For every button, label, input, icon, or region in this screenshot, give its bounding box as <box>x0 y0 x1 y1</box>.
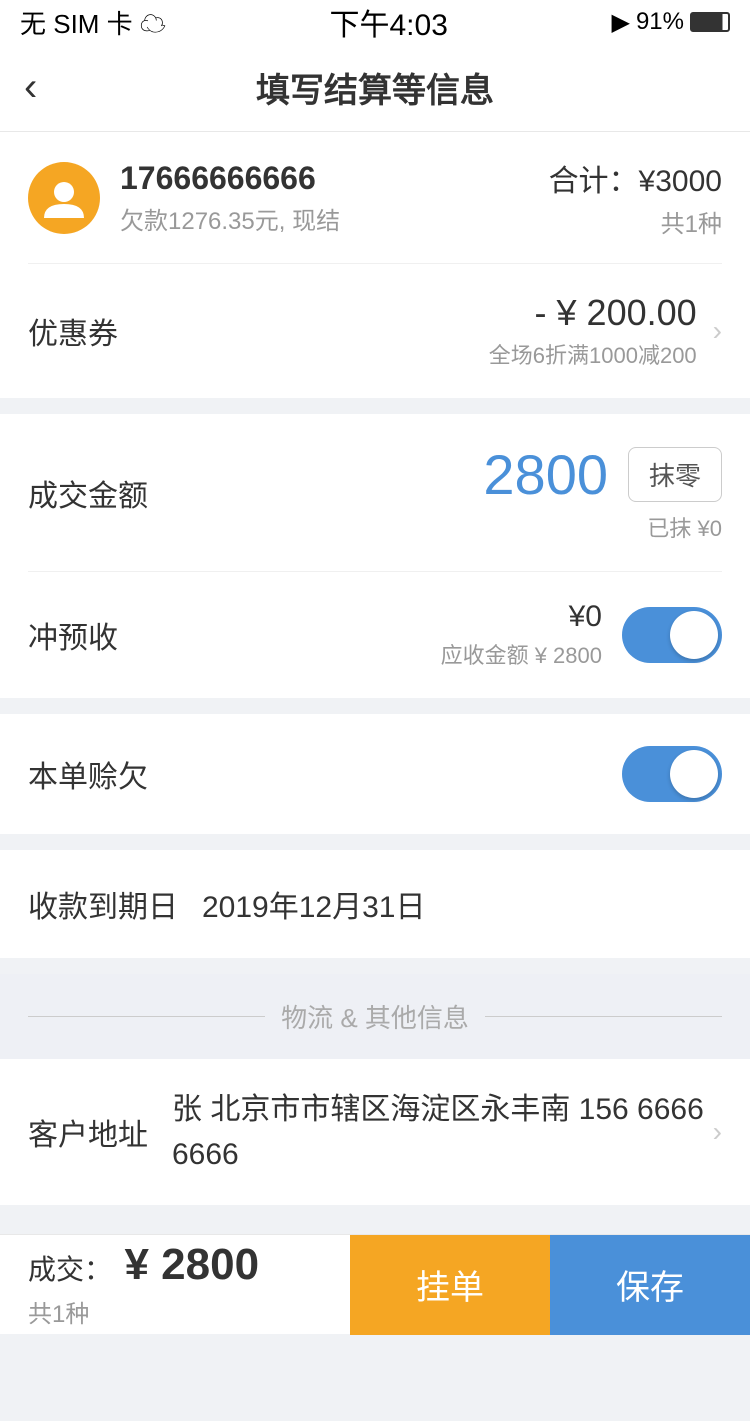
logistics-line-right <box>485 1016 722 1017</box>
due-date-value: 2019年12月31日 <box>202 882 425 926</box>
prepay-toggle[interactable] <box>622 607 722 663</box>
prepay-right: ¥0 应收金额 ¥ 2800 <box>441 600 722 670</box>
credit-toggle[interactable] <box>622 746 722 802</box>
receivable-label: 应收金额 ¥ 2800 <box>441 638 602 670</box>
credit-label: 本单赊欠 <box>28 752 148 796</box>
status-right: ▶ 91% <box>611 8 730 37</box>
address-row[interactable]: 客户地址 张 北京市市辖区海淀区永丰南 156 6666 6666 › <box>28 1059 722 1205</box>
customer-sub: 欠款1276.35元, 现结 <box>120 201 340 236</box>
deal-label: 成交金额 <box>28 471 148 515</box>
deal-right: 2800 抹零 <box>483 442 722 507</box>
address-label: 客户地址 <box>28 1110 148 1154</box>
customer-phone: 17666666666 <box>120 160 340 197</box>
customer-section: 17666666666 欠款1276.35元, 现结 合计：¥3000 共1种 … <box>0 132 750 398</box>
battery-percent: 91% <box>636 8 684 36</box>
credit-section: 本单赊欠 <box>0 714 750 834</box>
credit-toggle-knob <box>670 750 718 798</box>
logistics-label: 物流 & 其他信息 <box>281 998 469 1035</box>
status-bar: 无 SIM 卡 ☁ 下午4:03 ▶ 91% <box>0 0 750 44</box>
prepay-amount: ¥0 <box>441 600 602 634</box>
avatar <box>28 162 100 234</box>
page-title: 填写结算等信息 <box>256 63 494 112</box>
coupon-row[interactable]: 优惠券 - ¥ 200.00 全场6折满1000减200 › <box>0 264 750 398</box>
footer-deal-label: 成交： <box>28 1254 112 1285</box>
save-button[interactable]: 保存 <box>550 1235 750 1335</box>
round-zero-button[interactable]: 抹零 <box>628 447 722 502</box>
customer-row: 17666666666 欠款1276.35元, 现结 合计：¥3000 共1种 <box>0 132 750 263</box>
page-header: ‹ 填写结算等信息 <box>0 44 750 132</box>
footer: 成交： ¥ 2800 共1种 挂单 保存 <box>0 1234 750 1334</box>
already-rounded: 已抹 ¥0 <box>647 511 722 543</box>
no-sim-text: 无 SIM 卡 ☁ <box>20 4 166 41</box>
due-date-row: 收款到期日 2019年12月31日 <box>28 850 722 958</box>
footer-deal-row: 成交： ¥ 2800 <box>28 1240 322 1290</box>
total-amount: 合计：¥3000 <box>549 156 722 200</box>
coupon-desc: 全场6折满1000减200 <box>489 338 697 370</box>
customer-left: 17666666666 欠款1276.35元, 现结 <box>28 160 340 236</box>
toggle-knob <box>670 611 718 659</box>
footer-amount: ¥ 2800 <box>124 1240 259 1289</box>
credit-row: 本单赊欠 <box>28 714 722 834</box>
deal-amount-row: 成交金额 2800 抹零 已抹 ¥0 <box>28 414 722 572</box>
amount-section: 成交金额 2800 抹零 已抹 ¥0 冲预收 ¥0 应收金额 ¥ 2800 <box>0 414 750 698</box>
battery-bar <box>690 12 730 32</box>
customer-info: 17666666666 欠款1276.35元, 现结 <box>120 160 340 236</box>
prepay-label: 冲预收 <box>28 613 118 657</box>
due-date-label: 收款到期日 <box>28 882 178 926</box>
hold-button[interactable]: 挂单 <box>350 1235 550 1335</box>
logistics-line-left <box>28 1016 265 1017</box>
customer-right: 合计：¥3000 共1种 <box>549 156 722 239</box>
address-value: 张 北京市市辖区海淀区永丰南 156 6666 6666 <box>172 1087 705 1177</box>
address-section: 客户地址 张 北京市市辖区海淀区永丰南 156 6666 6666 › <box>0 1059 750 1205</box>
prepay-row: 冲预收 ¥0 应收金额 ¥ 2800 <box>28 572 722 698</box>
coupon-label: 优惠券 <box>28 309 118 353</box>
footer-summary: 成交： ¥ 2800 共1种 <box>0 1240 350 1329</box>
address-arrow-icon: › <box>713 1116 722 1148</box>
prepay-amount-col: ¥0 应收金额 ¥ 2800 <box>441 600 602 670</box>
coupon-amount: - ¥ 200.00 <box>489 292 697 334</box>
total-count: 共1种 <box>549 204 722 239</box>
deal-amount-value: 2800 <box>483 442 608 507</box>
footer-count: 共1种 <box>28 1294 322 1329</box>
back-button[interactable]: ‹ <box>24 65 37 110</box>
due-date-section: 收款到期日 2019年12月31日 <box>0 850 750 958</box>
battery-icon: ▶ <box>611 8 629 37</box>
coupon-arrow-icon: › <box>713 315 722 347</box>
status-time: 下午4:03 <box>330 0 448 44</box>
status-left: 无 SIM 卡 ☁ <box>20 4 166 41</box>
logistics-divider: 物流 & 其他信息 <box>0 974 750 1059</box>
